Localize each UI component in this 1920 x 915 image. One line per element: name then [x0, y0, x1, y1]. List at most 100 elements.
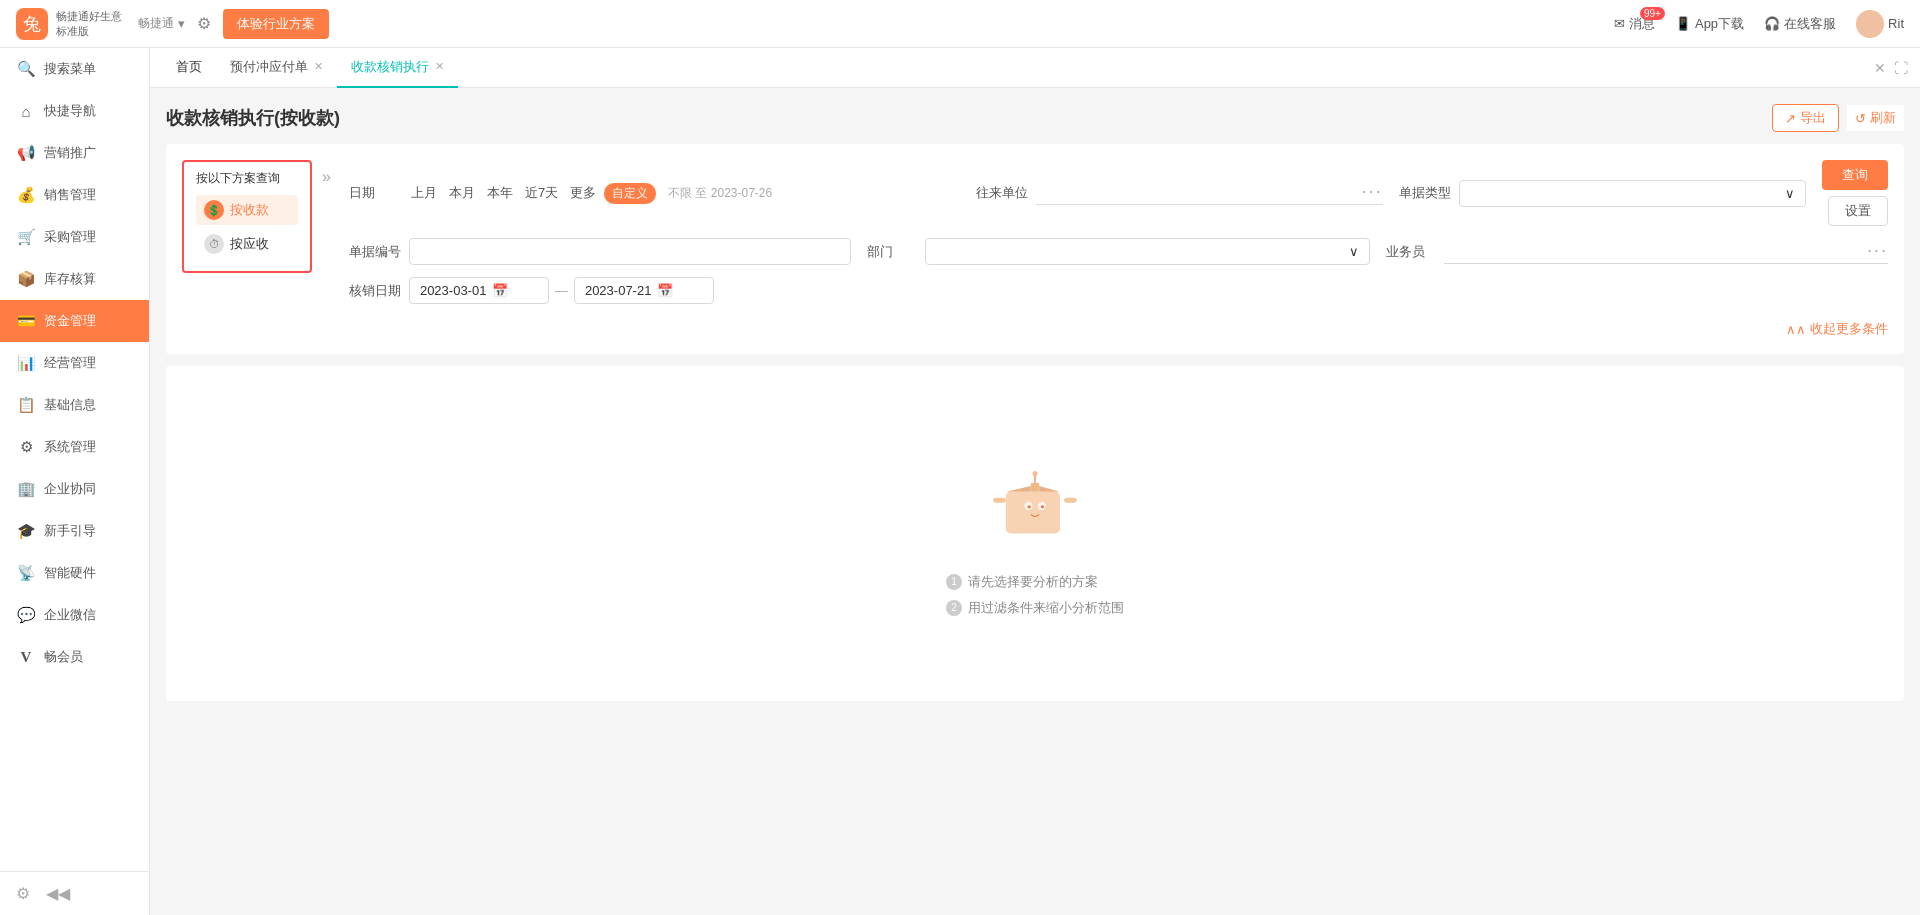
sidebar-item-wechat[interactable]: 💬 企业微信 — [0, 594, 149, 636]
sidebar-item-label: 畅会员 — [44, 648, 83, 666]
topbar-gear-icon[interactable]: ⚙ — [197, 14, 211, 33]
tab-receipt-label: 收款核销执行 — [351, 58, 429, 76]
filter-writeoff-label: 核销日期 — [349, 282, 401, 300]
collapse-left-btn[interactable]: » — [316, 164, 337, 190]
online-service-icon: 🎧 — [1764, 16, 1780, 31]
settings-button[interactable]: 设置 — [1828, 196, 1888, 226]
shortcut-last-month[interactable]: 上月 — [407, 182, 441, 204]
shortcut-more[interactable]: 更多 — [566, 182, 600, 204]
empty-tip-text-2: 用过滤条件来缩小分析范围 — [968, 595, 1124, 621]
tab-close-all-btn[interactable]: ✕ — [1874, 60, 1886, 76]
query-button[interactable]: 查询 — [1822, 160, 1888, 190]
filter-date-group: 日期 上月 本月 本年 近7天 更多 自定义 不限 至 2023-07-26 — [349, 182, 960, 204]
sidebar-item-finance[interactable]: 💳 资金管理 — [0, 300, 149, 342]
doctype-chevron-icon: ∨ — [1785, 186, 1795, 201]
export-icon: ↗ — [1785, 111, 1796, 126]
page-title: 收款核销执行(按收款) — [166, 106, 340, 130]
empty-illustration — [985, 446, 1085, 546]
filter-department-label: 部门 — [867, 243, 917, 261]
tab-home-label: 首页 — [176, 58, 202, 76]
sidebar-item-label: 资金管理 — [44, 312, 96, 330]
writeoff-end-input[interactable]: 2023-07-21 📅 — [574, 277, 714, 304]
sales-icon: 💰 — [16, 186, 36, 204]
tip-num-1: 1 — [946, 574, 962, 590]
writeoff-start-input[interactable]: 2023-03-01 📅 — [409, 277, 549, 304]
svg-rect-10 — [993, 498, 1006, 503]
shortcut-last-7days[interactable]: 近7天 — [521, 182, 562, 204]
sidebar-item-inventory[interactable]: 📦 库存核算 — [0, 258, 149, 300]
shortcut-this-year[interactable]: 本年 — [483, 182, 517, 204]
filter-docnumber-group: 单据编号 — [349, 238, 851, 265]
salesperson-input[interactable] — [1444, 241, 1867, 260]
message-btn[interactable]: ✉ 消息 99+ — [1614, 15, 1655, 33]
counterparty-input[interactable] — [1036, 182, 1362, 201]
sidebar-item-label: 快捷导航 — [44, 102, 96, 120]
filter-salesperson-label: 业务员 — [1386, 243, 1436, 261]
shortcut-custom[interactable]: 自定义 — [604, 183, 656, 204]
sidebar-item-purchase[interactable]: 🛒 采购管理 — [0, 216, 149, 258]
svg-rect-3 — [1031, 483, 1039, 492]
tab-expand-btn[interactable]: ⛶ — [1894, 60, 1908, 76]
tab-prepay-close[interactable]: ✕ — [314, 60, 323, 73]
solution-button[interactable]: 体验行业方案 — [223, 9, 329, 39]
tab-prepay-reconcile[interactable]: 预付冲应付单 ✕ — [216, 48, 337, 88]
svg-point-9 — [1033, 471, 1038, 476]
sidebar-item-business[interactable]: 📊 经营管理 — [0, 342, 149, 384]
sidebar-item-label: 系统管理 — [44, 438, 96, 456]
sidebar-collapse-icon[interactable]: ◀◀ — [46, 884, 70, 903]
sidebar-item-quick-nav[interactable]: ⌂ 快捷导航 — [0, 90, 149, 132]
empty-tip-row-1: 1 请先选择要分析的方案 — [946, 569, 1124, 595]
department-chevron-icon: ∨ — [1349, 244, 1359, 259]
sidebar-item-system[interactable]: ⚙ 系统管理 — [0, 426, 149, 468]
filter-doctype-group: 单据类型 ∨ — [1399, 180, 1806, 207]
filter-doctype-label: 单据类型 — [1399, 184, 1451, 202]
shortcut-this-month[interactable]: 本月 — [445, 182, 479, 204]
calendar-start-icon: 📅 — [492, 283, 508, 298]
tab-receipt-writeoff[interactable]: 收款核销执行 ✕ — [337, 48, 458, 88]
collapse-more-btn[interactable]: ∧∧ 收起更多条件 — [349, 320, 1888, 338]
topbar-dropdown-btn[interactable]: ▾ — [178, 16, 185, 31]
filter-option-by-receivable[interactable]: ⏱ 按应收 — [196, 229, 298, 259]
svg-marker-2 — [1039, 486, 1060, 492]
wechat-icon: 💬 — [16, 606, 36, 624]
sidebar-settings-icon[interactable]: ⚙ — [16, 884, 30, 903]
sidebar-item-smart-hw[interactable]: 📡 智能硬件 — [0, 552, 149, 594]
refresh-button[interactable]: ↺ 刷新 — [1847, 105, 1904, 131]
app-name: 畅捷通好生意 — [56, 9, 122, 23]
svg-rect-0 — [1006, 492, 1060, 534]
sidebar-item-guide[interactable]: 🎓 新手引导 — [0, 510, 149, 552]
svg-point-6 — [1028, 505, 1031, 508]
sidebar-item-label: 企业微信 — [44, 606, 96, 624]
sidebar-item-member[interactable]: V 畅会员 — [0, 636, 149, 678]
logo-area: 兔 畅捷通好生意 标准版 — [16, 8, 122, 40]
sidebar-item-marketing[interactable]: 📢 营销推广 — [0, 132, 149, 174]
tab-home[interactable]: 首页 — [162, 48, 216, 88]
filter-salesperson-group: 业务员 ··· — [1386, 240, 1888, 264]
writeoff-date-range: 2023-03-01 📅 — 2023-07-21 📅 — [409, 277, 714, 304]
sidebar-item-label: 采购管理 — [44, 228, 96, 246]
sidebar-item-sales[interactable]: 💰 销售管理 — [0, 174, 149, 216]
topbar: 兔 畅捷通好生意 标准版 畅捷通 ▾ ⚙ 体验行业方案 ✉ 消息 99+ 📱 A… — [0, 0, 1920, 48]
by-receipt-label: 按收款 — [230, 201, 269, 219]
sidebar-item-enterprise[interactable]: 🏢 企业协同 — [0, 468, 149, 510]
sidebar-item-basic-info[interactable]: 📋 基础信息 — [0, 384, 149, 426]
member-icon: V — [16, 649, 36, 666]
doc-number-input[interactable] — [409, 238, 851, 265]
department-select[interactable]: ∨ — [925, 238, 1369, 265]
sidebar-item-label: 基础信息 — [44, 396, 96, 414]
export-button[interactable]: ↗ 导出 — [1772, 104, 1839, 132]
online-service-btn[interactable]: 🎧 在线客服 — [1764, 15, 1836, 33]
sidebar-item-label: 企业协同 — [44, 480, 96, 498]
app-download-icon: 📱 — [1675, 16, 1691, 31]
doctype-select[interactable]: ∨ — [1459, 180, 1806, 207]
sidebar-item-search-menu[interactable]: 🔍 搜索菜单 — [0, 48, 149, 90]
tab-receipt-close[interactable]: ✕ — [435, 60, 444, 73]
filter-panel: 按以下方案查询 💲 按收款 ⏱ 按应收 » — [166, 144, 1904, 354]
salesperson-more-btn[interactable]: ··· — [1867, 240, 1888, 261]
app-download-btn[interactable]: 📱 App下载 — [1675, 15, 1744, 33]
user-avatar-area[interactable]: Rit — [1856, 10, 1904, 38]
tab-prepay-label: 预付冲应付单 — [230, 58, 308, 76]
enterprise-icon: 🏢 — [16, 480, 36, 498]
filter-option-by-receipt[interactable]: 💲 按收款 — [196, 195, 298, 225]
counterparty-more-btn[interactable]: ··· — [1362, 181, 1383, 202]
